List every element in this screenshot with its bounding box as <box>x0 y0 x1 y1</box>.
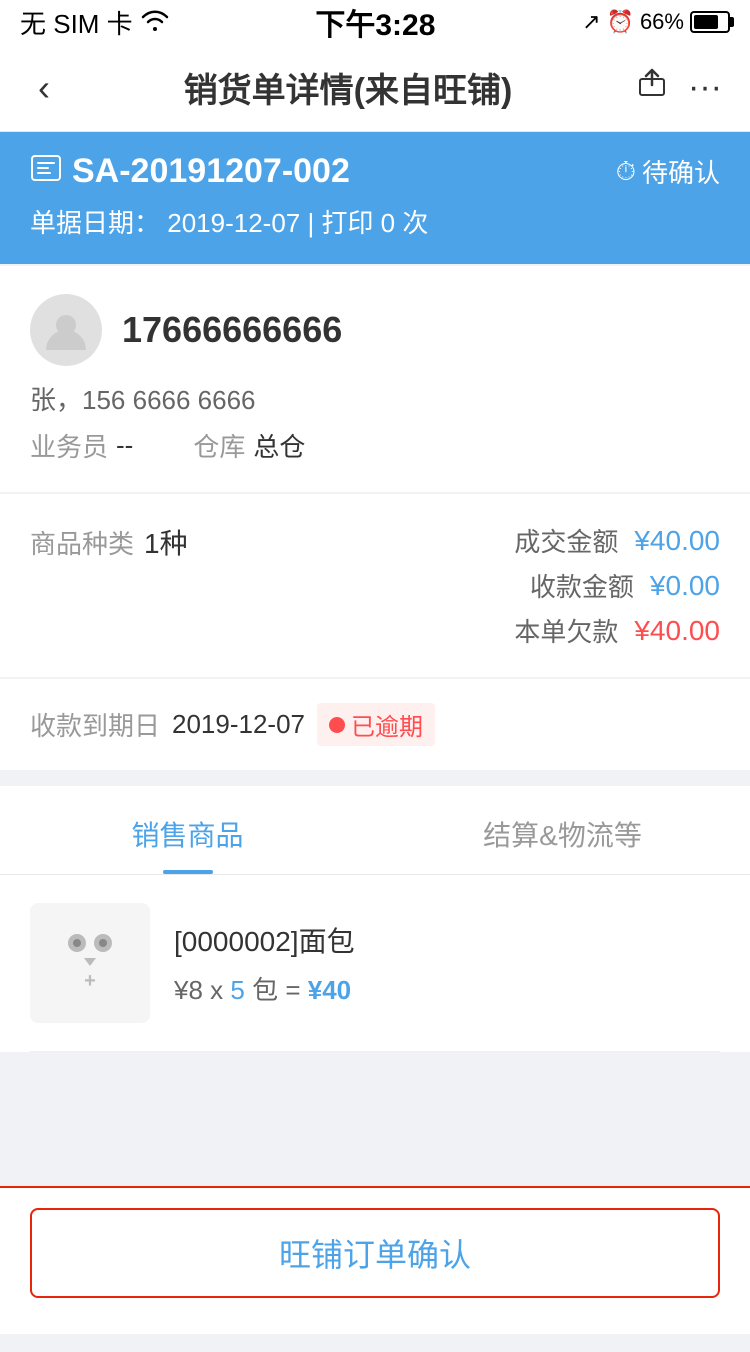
warehouse-meta: 仓库 总仓 <box>193 427 305 464</box>
product-thumb-icon: + <box>68 934 112 993</box>
product-thumbnail: + <box>30 903 150 1023</box>
order-date-info: 单据日期： 2019-12-07 | 打印 0 次 <box>30 203 720 240</box>
avatar <box>30 294 102 366</box>
product-price: ¥8 x 5 包 = ¥40 <box>174 970 720 1007</box>
order-id: SA-20191207-002 <box>30 152 350 191</box>
product-list: + [0000002]面包 ¥8 x 5 包 = ¥40 <box>0 875 750 1052</box>
order-prefix-icon <box>30 154 62 189</box>
status-carrier: 无 SIM 卡 <box>20 4 169 41</box>
status-time: 下午3:28 <box>315 0 435 44</box>
alarm-icon: ⏰ <box>607 9 634 35</box>
status-bar: 无 SIM 卡 下午3:28 ↗ ⏰ 66% <box>0 0 750 44</box>
order-header: SA-20191207-002 ⏱ 待确认 单据日期： 2019-12-07 |… <box>0 132 750 264</box>
battery-icon <box>690 11 730 33</box>
confirm-button[interactable]: 旺铺订单确认 <box>30 1208 720 1298</box>
product-item: + [0000002]面包 ¥8 x 5 包 = ¥40 <box>30 875 720 1052</box>
summary-left: 商品种类 1种 <box>30 522 188 562</box>
clock-icon: ⏱ <box>616 156 636 188</box>
more-icon[interactable]: ··· <box>688 68 722 107</box>
summary-card: 商品种类 1种 成交金额 ¥40.00 收款金额 ¥0.00 本单欠款 ¥40.… <box>0 494 750 677</box>
customer-name: 张，156 6666 6666 <box>30 380 720 417</box>
product-info: [0000002]面包 ¥8 x 5 包 = ¥40 <box>174 920 720 1007</box>
customer-meta: 业务员 -- 仓库 总仓 <box>30 427 720 464</box>
nav-bar: ‹ 销货单详情(来自旺铺) ··· <box>0 44 750 132</box>
nav-actions: ··· <box>636 67 722 108</box>
wifi-icon <box>141 7 169 38</box>
battery-label: 66% <box>640 9 684 35</box>
tab-settlement[interactable]: 结算&物流等 <box>375 786 750 874</box>
sales-meta: 业务员 -- <box>30 427 133 464</box>
due-date-card: 收款到期日 2019-12-07 已逾期 <box>0 679 750 770</box>
share-icon[interactable] <box>636 67 668 108</box>
customer-card: 17666666666 张，156 6666 6666 业务员 -- 仓库 总仓 <box>0 266 750 492</box>
debt-row: 本单欠款 ¥40.00 <box>514 612 720 649</box>
received-row: 收款金额 ¥0.00 <box>530 567 720 604</box>
summary-right: 成交金额 ¥40.00 收款金额 ¥0.00 本单欠款 ¥40.00 <box>514 522 720 649</box>
location-icon: ↗ <box>582 9 600 35</box>
status-icons: ↗ ⏰ 66% <box>582 9 730 35</box>
bottom-bar: 旺铺订单确认 <box>0 1186 750 1334</box>
overdue-badge: 已逾期 <box>317 703 435 746</box>
tab-sales-goods[interactable]: 销售商品 <box>0 786 375 874</box>
customer-phone: 17666666666 <box>122 309 342 351</box>
page-title: 销货单详情(来自旺铺) <box>184 63 513 112</box>
tabs-container: 销售商品 结算&物流等 <box>0 786 750 875</box>
back-button[interactable]: ‹ <box>28 57 60 119</box>
overdue-dot-icon <box>329 717 345 733</box>
amount-row: 成交金额 ¥40.00 <box>514 522 720 559</box>
order-status: ⏱ 待确认 <box>616 153 720 190</box>
product-name: [0000002]面包 <box>174 920 720 960</box>
